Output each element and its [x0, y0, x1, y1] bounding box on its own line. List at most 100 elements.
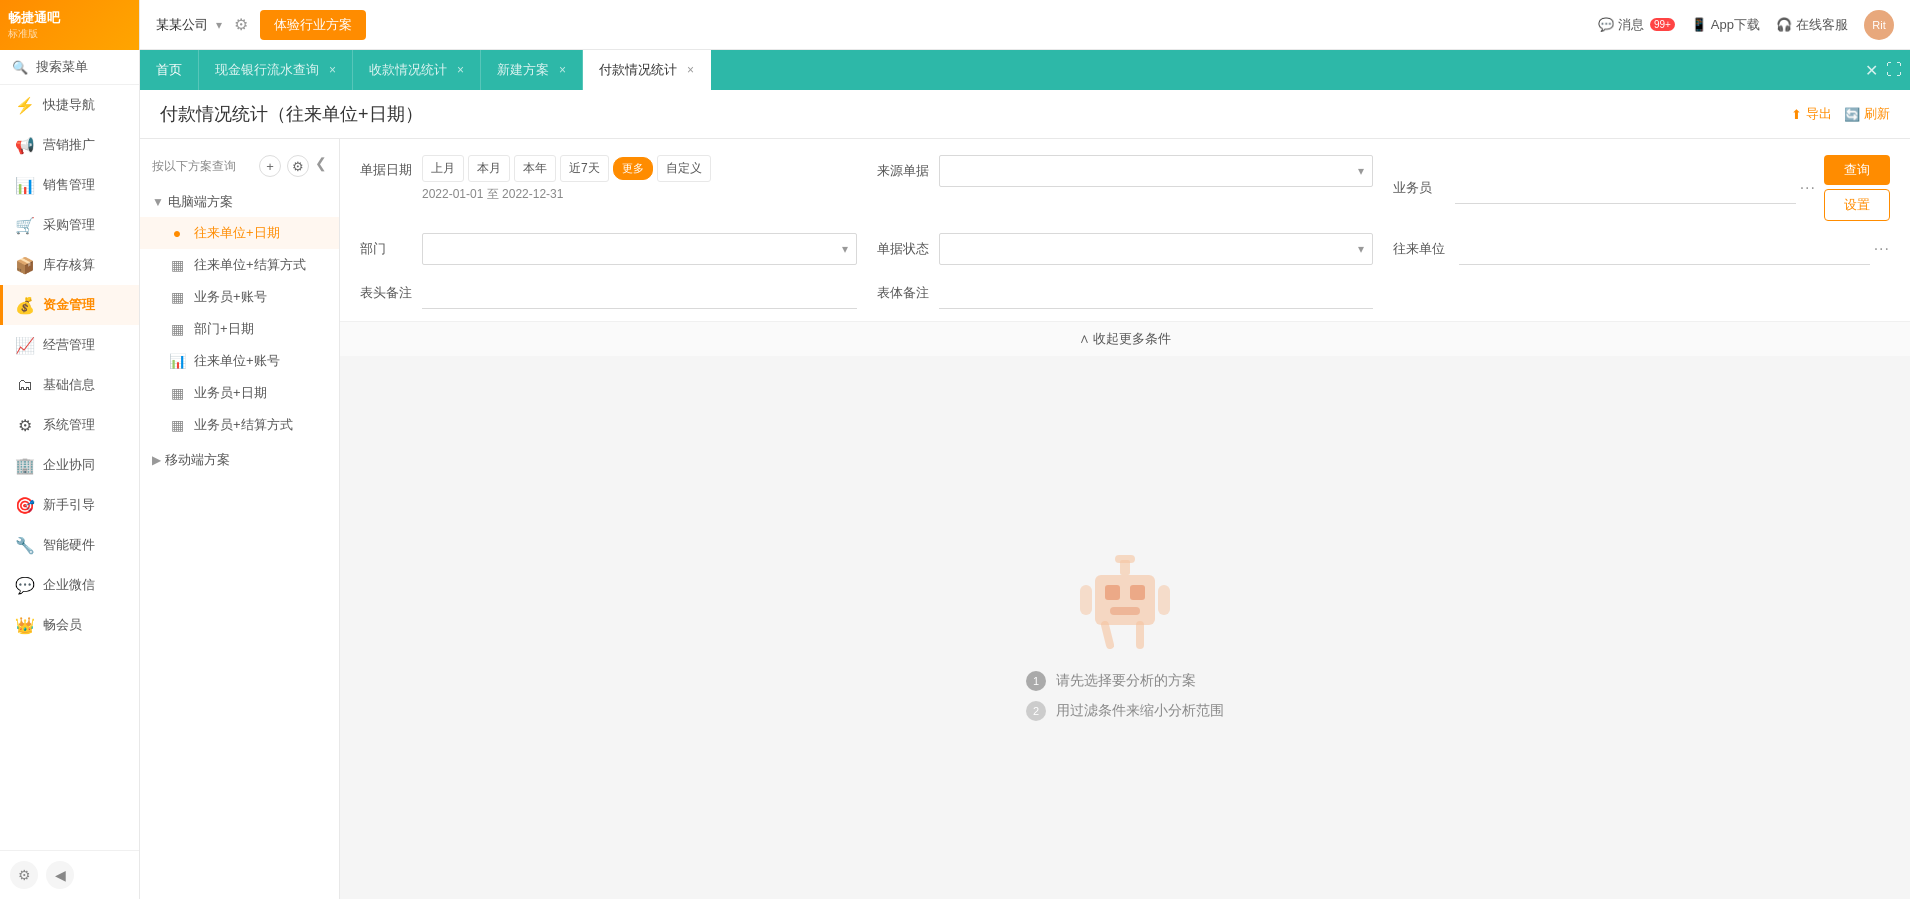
- scheme-group-mobile-header[interactable]: ▶ 移动端方案: [140, 445, 339, 475]
- sidebar-collapse-btn[interactable]: ◀: [46, 861, 74, 889]
- sidebar-item-marketing[interactable]: 📢 营销推广: [0, 125, 139, 165]
- sidebar-item-operation[interactable]: 📈 经营管理: [0, 325, 139, 365]
- scheme-item-dept-date[interactable]: ▦ 部门+日期: [140, 313, 339, 345]
- sidebar-item-member[interactable]: 👑 畅会员: [0, 605, 139, 645]
- sidebar-item-quick-nav[interactable]: ⚡ 快捷导航: [0, 85, 139, 125]
- enterprise-icon: 🏢: [15, 455, 35, 475]
- query-btn[interactable]: 查询: [1824, 155, 1890, 185]
- sidebar-item-system[interactable]: ⚙ 系统管理: [0, 405, 139, 445]
- refresh-btn[interactable]: 🔄 刷新: [1844, 105, 1890, 123]
- scheme-group-mobile-label: 移动端方案: [165, 451, 230, 469]
- scheme-group-desktop-header[interactable]: ▼ 电脑端方案: [140, 187, 339, 217]
- scheme-item-salesman-date[interactable]: ▦ 业务员+日期: [140, 377, 339, 409]
- tab-new-scheme[interactable]: 新建方案 ×: [481, 50, 583, 90]
- notification-badge: 99+: [1650, 18, 1675, 31]
- topbar-online-service[interactable]: 🎧 在线客服: [1776, 16, 1848, 34]
- date-btn-last-7-days[interactable]: 近7天: [560, 155, 609, 182]
- scheme-grid-icon5: ▦: [168, 416, 186, 434]
- collapse-more-btn[interactable]: ∧ 收起更多条件: [340, 321, 1910, 356]
- sidebar-settings-btn[interactable]: ⚙: [10, 861, 38, 889]
- sidebar-search-item[interactable]: 🔍 搜索菜单: [0, 50, 139, 85]
- topbar-user-avatar[interactable]: Rit: [1864, 10, 1894, 40]
- date-btn-last-month[interactable]: 上月: [422, 155, 464, 182]
- date-label: 单据日期: [360, 155, 422, 179]
- sidebar-item-purchase[interactable]: 🛒 采购管理: [0, 205, 139, 245]
- topbar-company-dropdown[interactable]: ▾: [216, 18, 222, 32]
- settings-icon: ⚙: [18, 867, 31, 883]
- svg-rect-5: [1115, 555, 1135, 563]
- scheme-item-salesman-settlement[interactable]: ▦ 业务员+结算方式: [140, 409, 339, 441]
- sidebar-item-newbie[interactable]: 🎯 新手引导: [0, 485, 139, 525]
- source-doc-select[interactable]: ▾: [939, 155, 1374, 187]
- svg-rect-2: [1130, 585, 1145, 600]
- doc-status-select[interactable]: ▾: [939, 233, 1374, 265]
- date-btn-this-year[interactable]: 本年: [514, 155, 556, 182]
- tab-payment-stats[interactable]: 付款情况统计 ×: [583, 50, 711, 90]
- sidebar-item-enterprise[interactable]: 🏢 企业协同: [0, 445, 139, 485]
- sidebar-header: 畅捷通吧 标准版: [0, 0, 139, 50]
- filter-salesman-cell: 业务员 ··· 查询 设置: [1393, 155, 1890, 221]
- member-icon: 👑: [15, 615, 35, 635]
- scheme-item-counterpart-date[interactable]: ● 往来单位+日期: [140, 217, 339, 249]
- filter-row-2: 部门 ▾ 单据状态 ▾: [360, 233, 1890, 265]
- filter-doc-status-cell: 单据状态 ▾: [877, 233, 1374, 265]
- tabbar: 首页 现金银行流水查询 × 收款情况统计 × 新建方案 × 付款情况统计 × ✕…: [140, 50, 1910, 90]
- topbar-trial-btn[interactable]: 体验行业方案: [260, 10, 366, 40]
- scheme-grid-icon: ▦: [168, 256, 186, 274]
- sidebar-search-label: 搜索菜单: [36, 58, 88, 76]
- counterpart-dots-btn[interactable]: ···: [1874, 240, 1890, 258]
- tab-bank-flow[interactable]: 现金银行流水查询 ×: [199, 50, 353, 90]
- topbar-notification[interactable]: 💬 消息 99+: [1598, 16, 1675, 34]
- scheme-bar-icon: 📊: [168, 352, 186, 370]
- tab-bank-flow-label: 现金银行流水查询: [215, 61, 319, 79]
- tab-home[interactable]: 首页: [140, 50, 199, 90]
- topbar-settings-icon[interactable]: ⚙: [234, 15, 248, 34]
- export-btn[interactable]: ⬆ 导出: [1791, 105, 1832, 123]
- sidebar-item-hardware[interactable]: 🔧 智能硬件: [0, 525, 139, 565]
- tab-bank-flow-close[interactable]: ×: [329, 63, 336, 77]
- scheme-item-salesman-account[interactable]: ▦ 业务员+账号: [140, 281, 339, 313]
- empty-hint-2: 2 用过滤条件来缩小分析范围: [1026, 701, 1224, 721]
- sidebar-item-wechat[interactable]: 💬 企业微信: [0, 565, 139, 605]
- salesman-dots-btn[interactable]: ···: [1800, 179, 1816, 197]
- sidebar-footer: ⚙ ◀: [0, 850, 139, 899]
- header-note-input[interactable]: [422, 277, 857, 309]
- filter-form: 单据日期 上月 本月 本年 近7天 更多 自定义: [340, 139, 1910, 356]
- date-btn-custom[interactable]: 自定义: [657, 155, 711, 182]
- scheme-collapse-btn[interactable]: ❮: [315, 155, 327, 177]
- salesman-input[interactable]: [1455, 172, 1795, 204]
- tabbar-close-btn[interactable]: ✕: [1865, 61, 1878, 80]
- source-doc-arrow: ▾: [1358, 164, 1364, 178]
- svg-rect-3: [1110, 607, 1140, 615]
- dept-select[interactable]: ▾: [422, 233, 857, 265]
- counterpart-input[interactable]: [1459, 233, 1869, 265]
- body-note-input[interactable]: [939, 277, 1374, 309]
- settings-btn[interactable]: 设置: [1824, 189, 1890, 221]
- sidebar-item-basic-info[interactable]: 🗂 基础信息: [0, 365, 139, 405]
- scheme-item-counterpart-account[interactable]: 📊 往来单位+账号: [140, 345, 339, 377]
- header-note-label: 表头备注: [360, 284, 422, 302]
- sidebar-item-inventory[interactable]: 📦 库存核算: [0, 245, 139, 285]
- svg-rect-6: [1080, 585, 1092, 615]
- sidebar-item-sales[interactable]: 📊 销售管理: [0, 165, 139, 205]
- date-btn-more[interactable]: 更多: [613, 157, 653, 180]
- tab-payment-stats-close[interactable]: ×: [687, 63, 694, 77]
- capital-icon: 💰: [15, 295, 35, 315]
- sidebar-item-capital[interactable]: 💰 资金管理: [0, 285, 139, 325]
- hint-num-1: 1: [1026, 671, 1046, 691]
- topbar-app-download[interactable]: 📱 App下载: [1691, 16, 1760, 34]
- source-doc-label: 来源单据: [877, 162, 939, 180]
- salesman-input-area: ···: [1455, 172, 1816, 204]
- operation-icon: 📈: [15, 335, 35, 355]
- tab-collection-stats-close[interactable]: ×: [457, 63, 464, 77]
- scheme-add-btn[interactable]: +: [259, 155, 281, 177]
- topbar-company-name: 某某公司: [156, 16, 208, 34]
- source-doc-input-area: ▾: [939, 155, 1374, 187]
- page-header-actions: ⬆ 导出 🔄 刷新: [1791, 105, 1890, 123]
- scheme-item-counterpart-settlement[interactable]: ▦ 往来单位+结算方式: [140, 249, 339, 281]
- tab-new-scheme-close[interactable]: ×: [559, 63, 566, 77]
- scheme-settings-btn[interactable]: ⚙: [287, 155, 309, 177]
- tabbar-expand-btn[interactable]: ⛶: [1886, 61, 1902, 79]
- tab-collection-stats[interactable]: 收款情况统计 ×: [353, 50, 481, 90]
- date-btn-this-month[interactable]: 本月: [468, 155, 510, 182]
